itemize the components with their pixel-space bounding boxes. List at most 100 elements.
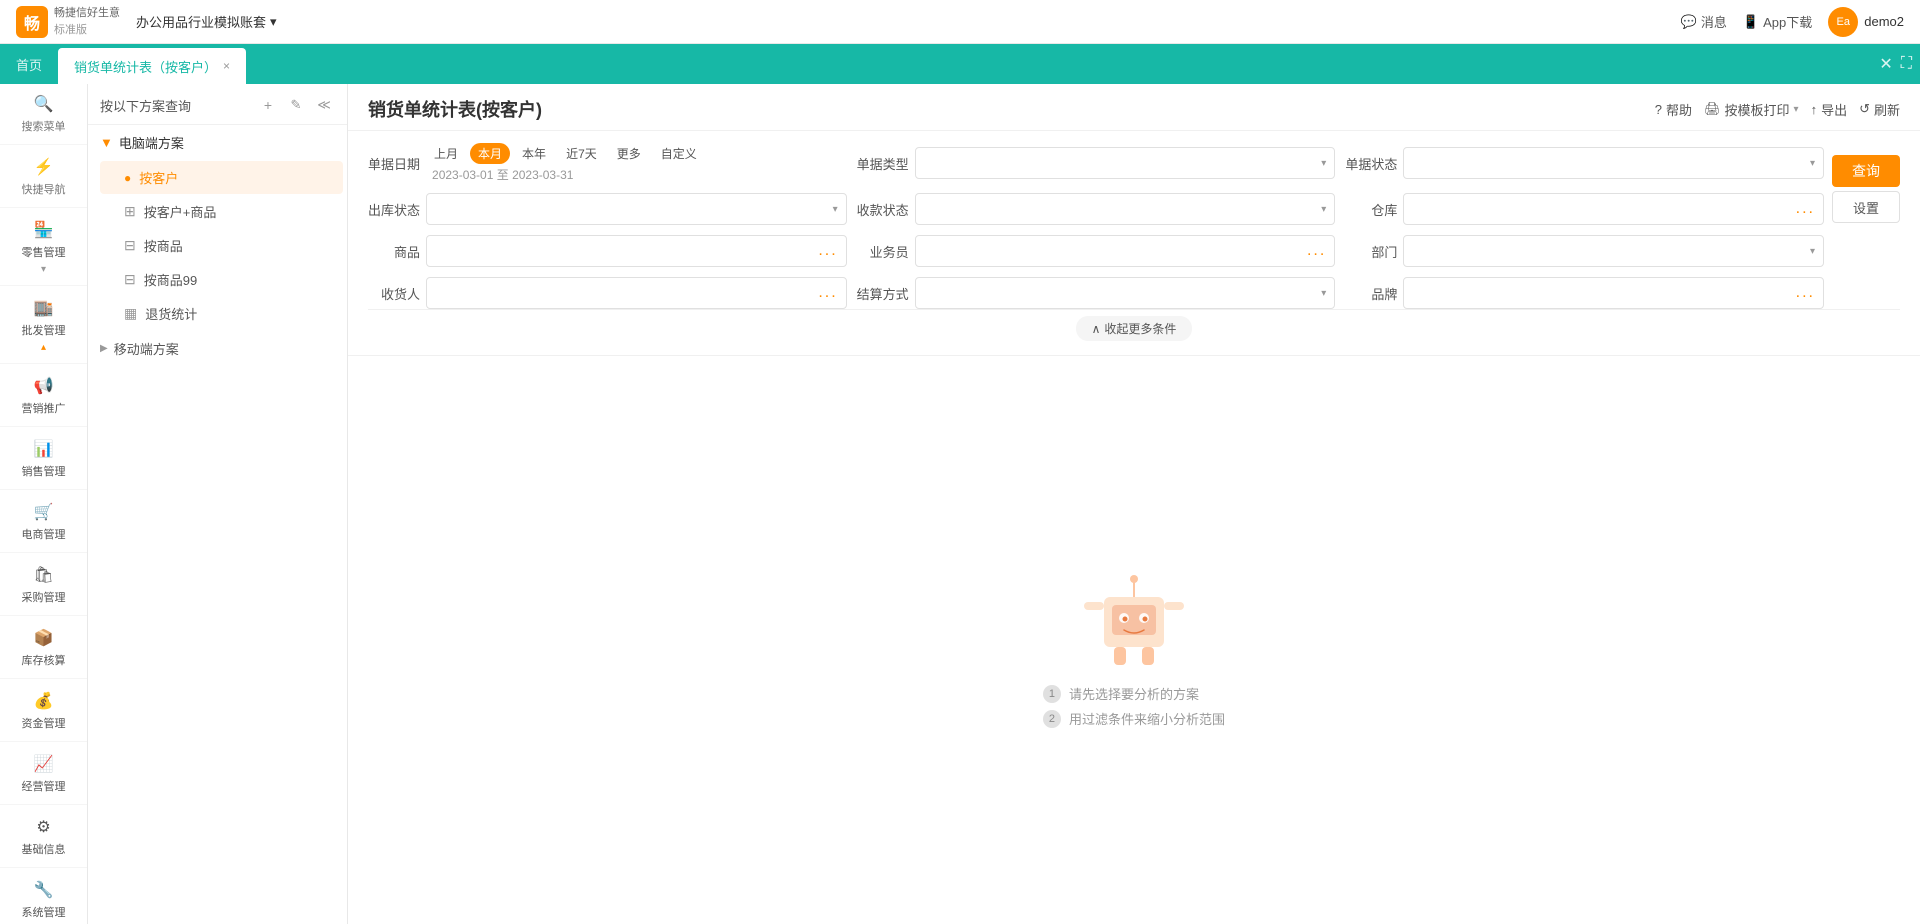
by-customer-icon: ● (124, 171, 131, 185)
sidebar-search[interactable]: 🔍 搜索菜单 (0, 84, 87, 145)
date-tab-this-month[interactable]: 本月 (470, 143, 510, 164)
username-label: demo2 (1864, 14, 1904, 29)
scheme-group-desktop-header[interactable]: ▼ 电脑端方案 (88, 125, 347, 160)
salesman-label: 业务员 (857, 242, 909, 261)
sidebar-item-sales[interactable]: 📊 销售管理 (0, 427, 87, 490)
date-tab-more[interactable]: 更多 (609, 143, 649, 164)
department-select[interactable]: ▾ (1403, 235, 1824, 267)
salesman-dots[interactable]: ... (1307, 242, 1326, 260)
scheme-collapse-button[interactable]: ≪ (313, 94, 335, 116)
scheme-item-label: 按客户+商品 (144, 202, 217, 221)
avatar: Ea (1828, 7, 1858, 37)
warehouse-dots[interactable]: ... (1796, 200, 1815, 218)
empty-state: 1 请先选择要分析的方案 2 用过滤条件来缩小分析范围 (348, 356, 1920, 924)
sidebar-item-retail[interactable]: 🏪 零售管理 ▾ (0, 208, 87, 286)
mobile-triangle-icon: ▶ (100, 343, 108, 354)
sidebar-item-purchase[interactable]: 🛍 采购管理 (0, 553, 87, 616)
warehouse-select[interactable]: ... (1403, 193, 1824, 225)
sidebar-item-wholesale[interactable]: 🏬 批发管理 ▴ (0, 286, 87, 364)
settlement-label: 结算方式 (857, 284, 909, 303)
date-tab-last-month[interactable]: 上月 (426, 143, 466, 164)
logo-icon: 畅 (16, 6, 48, 38)
tip-text-2: 用过滤条件来缩小分析范围 (1069, 709, 1225, 728)
sidebar-item-ecommerce[interactable]: 🛒 电商管理 (0, 490, 87, 553)
scheme-add-button[interactable]: + (257, 94, 279, 116)
refresh-button[interactable]: ↺ 刷新 (1859, 100, 1900, 119)
doc-type-select[interactable]: ▾ (915, 147, 1336, 179)
empty-illustration (1074, 552, 1194, 672)
settlement-select[interactable]: ▾ (915, 277, 1336, 309)
print-arrow-icon: ▾ (1794, 104, 1799, 115)
message-icon: 💬 (1681, 14, 1697, 30)
sidebar-item-operations[interactable]: 📈 经营管理 (0, 742, 87, 805)
sidebar-item-finance[interactable]: 💰 资金管理 (0, 679, 87, 742)
scheme-item-by-goods[interactable]: ⊟ 按商品 (100, 229, 343, 262)
scheme-item-by-customer[interactable]: ● 按客户 (100, 161, 343, 194)
scheme-header-title: 按以下方案查询 (100, 96, 191, 115)
sidebar-item-basics[interactable]: ⚙ 基础信息 (0, 805, 87, 868)
scheme-header: 按以下方案查询 + ✎ ≪ (88, 84, 347, 125)
page-header: 销货单统计表(按客户) ? 帮助 🖨 按模板打印 ▾ ↑ 导出 (348, 84, 1920, 131)
export-icon: ↑ (1811, 102, 1818, 117)
brand-dots[interactable]: ... (1796, 284, 1815, 302)
empty-tip-2: 2 用过滤条件来缩小分析范围 (1043, 709, 1225, 728)
help-button[interactable]: ? 帮助 (1655, 100, 1692, 119)
out-status-select[interactable]: ▾ (426, 193, 847, 225)
filter-receive-status-cell: 收款状态 ▾ (857, 193, 1336, 225)
purchase-label: 采购管理 (22, 589, 66, 605)
tab-close-icon[interactable]: × (223, 59, 230, 73)
industry-select[interactable]: 办公用品行业模拟账套 ▾ (128, 8, 285, 35)
receive-status-select[interactable]: ▾ (915, 193, 1336, 225)
tip-text-1: 请先选择要分析的方案 (1069, 684, 1199, 703)
logo-area: 畅 畅捷信好生意 标准版 (16, 6, 120, 38)
department-arrow-icon: ▾ (1810, 246, 1815, 257)
tip-num-1: 1 (1043, 685, 1061, 703)
sales-icon: 📊 (34, 439, 54, 459)
settlement-arrow-icon: ▾ (1321, 288, 1326, 299)
content-area: 按以下方案查询 + ✎ ≪ ▼ 电脑端方案 (88, 84, 1920, 924)
query-button[interactable]: 查询 (1832, 155, 1900, 187)
user-area[interactable]: Ea demo2 (1828, 7, 1904, 37)
app-download-button[interactable]: 📱 App下载 (1743, 12, 1812, 31)
scheme-edit-button[interactable]: ✎ (285, 94, 307, 116)
window-close-icon[interactable]: ✕ (1879, 54, 1892, 74)
receive-status-arrow-icon: ▾ (1321, 204, 1326, 215)
sidebar-quick-nav-label: 快捷导航 (22, 181, 66, 197)
consignee-dots[interactable]: ... (818, 284, 837, 302)
doc-status-select[interactable]: ▾ (1403, 147, 1824, 179)
brand-select[interactable]: ... (1403, 277, 1824, 309)
goods-dots[interactable]: ... (818, 242, 837, 260)
tab-sales-stat[interactable]: 销货单统计表（按客户） × (58, 48, 246, 84)
tab-home[interactable]: 首页 (0, 44, 58, 84)
refresh-icon: ↺ (1859, 101, 1870, 117)
consignee-label: 收货人 (368, 284, 420, 303)
scheme-item-by-goods99[interactable]: ⊟ 按商品99 (100, 263, 343, 296)
date-tab-custom[interactable]: 自定义 (653, 143, 705, 164)
salesman-select[interactable]: ... (915, 235, 1336, 267)
basics-label: 基础信息 (22, 841, 66, 857)
message-button[interactable]: 💬 消息 (1681, 12, 1727, 31)
goods-select[interactable]: ... (426, 235, 847, 267)
date-tab-this-year[interactable]: 本年 (514, 143, 554, 164)
scheme-item-return-stats[interactable]: ▦ 退货统计 (100, 297, 343, 330)
print-button[interactable]: 🖨 按模板打印 ▾ (1704, 100, 1799, 119)
window-maximize-icon[interactable]: ⛶ (1901, 55, 1912, 73)
collapse-button[interactable]: ∧ 收起更多条件 (1076, 316, 1193, 341)
logo-text-area: 畅捷信好生意 标准版 (54, 6, 120, 36)
settings-button[interactable]: 设置 (1832, 191, 1900, 223)
sidebar-item-marketing[interactable]: 📢 营销推广 (0, 364, 87, 427)
system-label: 系统管理 (22, 904, 66, 920)
consignee-select[interactable]: ... (426, 277, 847, 309)
sidebar-quick-nav[interactable]: ⚡ 快捷导航 (0, 145, 87, 208)
scheme-group-mobile-header[interactable]: ▶ 移动端方案 (88, 331, 347, 366)
sidebar-item-inventory[interactable]: 📦 库存核算 (0, 616, 87, 679)
scheme-item-by-customer-goods[interactable]: ⊞ 按客户+商品 (100, 195, 343, 228)
export-button[interactable]: ↑ 导出 (1811, 100, 1848, 119)
by-goods-icon: ⊟ (124, 237, 136, 254)
doc-status-label: 单据状态 (1345, 154, 1397, 173)
filter-goods-cell: 商品 ... (368, 235, 847, 267)
sidebar-item-system[interactable]: 🔧 系统管理 (0, 868, 87, 924)
tab-maximize-area: ✕ ⛶ (1879, 54, 1912, 74)
marketing-label: 营销推广 (22, 400, 66, 416)
date-tab-last-7[interactable]: 近7天 (558, 143, 605, 164)
